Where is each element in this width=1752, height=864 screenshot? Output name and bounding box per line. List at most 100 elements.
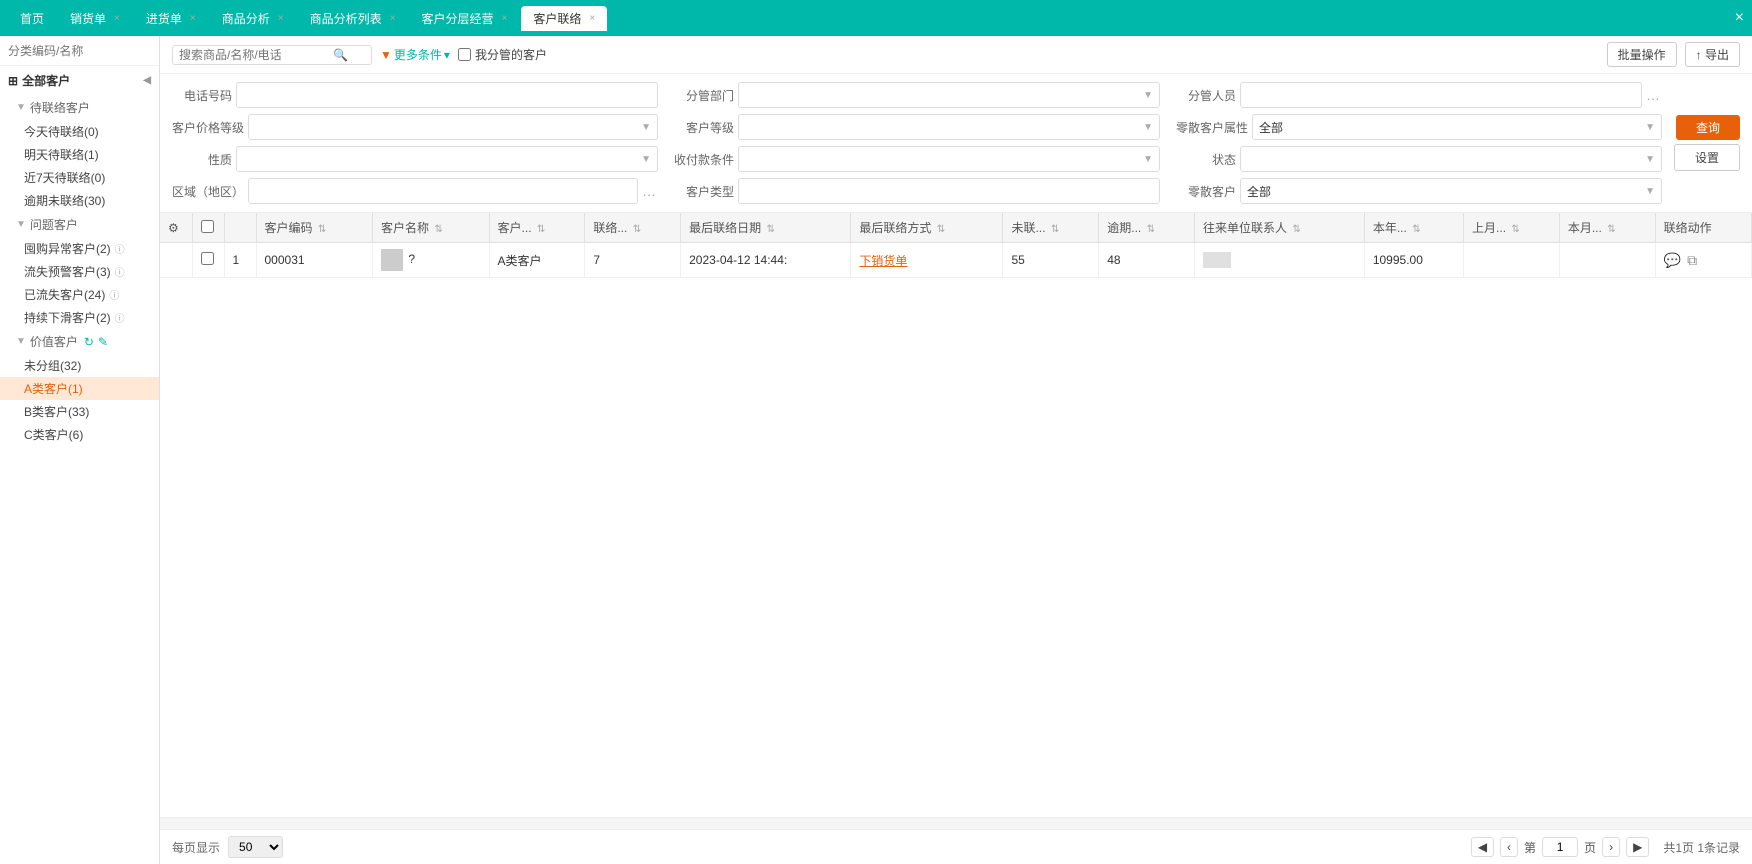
adv-filter-area: 电话号码 分管部门 ▼ 分管人员 … [160, 74, 1752, 213]
region-dots[interactable]: … [642, 183, 658, 199]
settings-button[interactable]: 设置 [1674, 144, 1740, 171]
filter-payment: 收付款条件 ▼ [674, 146, 1160, 172]
close-purchase-tab[interactable]: × [190, 13, 196, 24]
status-select[interactable]: ▼ [1240, 146, 1662, 172]
refresh-icon[interactable]: ↻ [84, 335, 94, 349]
filter-search-icon[interactable]: 🔍 [333, 48, 348, 62]
col-this-year[interactable]: 本年... ⇅ [1364, 213, 1463, 243]
col-last-method[interactable]: 最后联络方式 ⇅ [851, 213, 1003, 243]
prev-page-button[interactable]: ‹ [1500, 837, 1518, 857]
sort-overdue-icon: ⇅ [1147, 224, 1155, 235]
more-filters-button[interactable]: ▼ 更多条件 ▾ [380, 46, 450, 63]
price-level-select[interactable]: ▼ [248, 114, 658, 140]
sidebar-item-churned[interactable]: 已流失客户(24) ⓘ [0, 283, 159, 306]
col-code[interactable]: 客户编码 ⇅ [256, 213, 373, 243]
arrow-down-icon-3: ▼ [16, 336, 26, 347]
sidebar: 🔍 ⊞ 全部客户 ◀ ▼ 待联络客户 今天待联络(0) 明天待联络(1) 近7天… [0, 36, 160, 864]
batch-op-button[interactable]: 批量操作 [1607, 42, 1677, 67]
next-page-button[interactable]: › [1602, 837, 1620, 857]
sidebar-item-7days[interactable]: 近7天待联络(0) [0, 166, 159, 189]
sidebar-item-class-c[interactable]: C类客户(6) [0, 423, 159, 446]
region-select[interactable] [248, 178, 638, 204]
sidebar-item-hoarding[interactable]: 囤购异常客户(2) ⓘ [0, 237, 159, 260]
sidebar-item-overdue[interactable]: 逾期未联络(30) [0, 189, 159, 212]
page-input[interactable] [1542, 837, 1578, 857]
row-action-cell: 💬 ⧉ [1655, 243, 1751, 278]
col-action: 联络动作 [1655, 213, 1751, 243]
close-analysis-tab[interactable]: × [278, 13, 284, 24]
sort-type-icon: ⇅ [537, 224, 545, 235]
close-customer-link-tab[interactable]: × [589, 13, 595, 24]
close-sales-tab[interactable]: × [114, 13, 120, 24]
tab-analysis[interactable]: 商品分析 × [210, 6, 296, 31]
sidebar-search-input[interactable] [8, 44, 160, 58]
value-group-header[interactable]: ▼ 价值客户 ↻ ✎ [0, 329, 159, 354]
sort-name-icon: ⇅ [434, 224, 442, 235]
tab-purchase[interactable]: 进货单 × [134, 6, 208, 31]
my-customers-check[interactable] [458, 48, 471, 61]
filter-search-input[interactable] [179, 48, 329, 62]
link-icon[interactable]: ⧉ [1687, 252, 1697, 269]
sidebar-item-unclassified[interactable]: 未分组(32) [0, 354, 159, 377]
cust-type-input[interactable] [738, 178, 1160, 204]
grid-icon: ⊞ [8, 74, 18, 88]
sidebar-item-declining[interactable]: 持续下滑客户(2) ⓘ [0, 306, 159, 329]
first-page-button[interactable]: ◀ [1471, 837, 1494, 857]
manager-dots[interactable]: … [1646, 87, 1662, 103]
col-this-month[interactable]: 本月... ⇅ [1559, 213, 1655, 243]
col-type[interactable]: 客户... ⇅ [489, 213, 585, 243]
col-unit-contact[interactable]: 往来单位联系人 ⇅ [1195, 213, 1365, 243]
payment-select[interactable]: ▼ [738, 146, 1160, 172]
filter-cust-type: 客户类型 [674, 178, 1160, 204]
tab-customer-seg[interactable]: 客户分层经营 × [409, 6, 519, 31]
close-all-icon[interactable]: × [1735, 9, 1744, 27]
sidebar-item-today[interactable]: 今天待联络(0) [0, 120, 159, 143]
row-checkbox[interactable] [201, 252, 214, 265]
sidebar-item-class-a[interactable]: A类客户(1) [0, 377, 159, 400]
cust-level-select[interactable]: ▼ [738, 114, 1160, 140]
col-last-date[interactable]: 最后联络日期 ⇅ [681, 213, 851, 243]
sidebar-item-tomorrow[interactable]: 明天待联络(1) [0, 143, 159, 166]
close-analysis-list-tab[interactable]: × [390, 13, 396, 24]
tab-sales[interactable]: 销货单 × [58, 6, 132, 31]
col-uncontacted[interactable]: 未联... ⇅ [1003, 213, 1099, 243]
tab-customer-link[interactable]: 客户联络 × [521, 6, 607, 31]
query-button[interactable]: 查询 [1676, 115, 1740, 140]
tab-home[interactable]: 首页 [8, 6, 56, 31]
settings-icon: ⚙ [168, 221, 179, 235]
problem-group-header[interactable]: ▼ 问题客户 [0, 212, 159, 237]
page-size-select[interactable]: 50 100 200 [228, 836, 283, 858]
pending-group-header[interactable]: ▼ 待联络客户 [0, 95, 159, 120]
col-name[interactable]: 客户名称 ⇅ [373, 213, 490, 243]
col-contact[interactable]: 联络... ⇅ [585, 213, 681, 243]
tab-analysis-list[interactable]: 商品分析列表 × [298, 6, 408, 31]
export-icon: ↑ [1696, 48, 1702, 62]
col-gear[interactable]: ⚙ [160, 213, 192, 243]
nature-select[interactable]: ▼ [236, 146, 658, 172]
sort-unit-icon: ⇅ [1292, 224, 1300, 235]
close-customer-seg-tab[interactable]: × [501, 13, 507, 24]
page-total-label: 页 [1584, 839, 1596, 856]
col-overdue[interactable]: 逾期... ⇅ [1099, 213, 1195, 243]
phone-input[interactable] [236, 82, 658, 108]
last-page-button[interactable]: ▶ [1626, 837, 1649, 857]
select-all-checkbox[interactable] [201, 220, 214, 233]
message-icon[interactable]: 💬 [1664, 252, 1681, 269]
manager-select[interactable] [1240, 82, 1642, 108]
col-last-month[interactable]: 上月... ⇅ [1464, 213, 1560, 243]
retail-select[interactable]: 全部 ▼ [1240, 178, 1662, 204]
sidebar-item-churn-warning[interactable]: 流失预警客户(3) ⓘ [0, 260, 159, 283]
all-customers-header[interactable]: ⊞ 全部客户 ◀ [0, 66, 159, 95]
info-icon-4: ⓘ [115, 310, 125, 325]
edit-icon[interactable]: ✎ [98, 335, 108, 349]
filter-nature: 性质 ▼ [172, 146, 658, 172]
export-button[interactable]: ↑ 导出 [1685, 42, 1740, 67]
filter-price-level: 客户价格等级 ▼ [172, 114, 658, 140]
last-method-link[interactable]: 下销货单 [859, 254, 907, 268]
sidebar-item-class-b[interactable]: B类客户(33) [0, 400, 159, 423]
filter-manager: 分管人员 … [1176, 82, 1662, 108]
my-customers-checkbox[interactable]: 我分管的客户 [458, 46, 547, 63]
dept-select[interactable]: ▼ [738, 82, 1160, 108]
retail-attr-select[interactable]: 全部 ▼ [1252, 114, 1662, 140]
adv-filter-buttons: 查询 设置 [1674, 82, 1740, 204]
